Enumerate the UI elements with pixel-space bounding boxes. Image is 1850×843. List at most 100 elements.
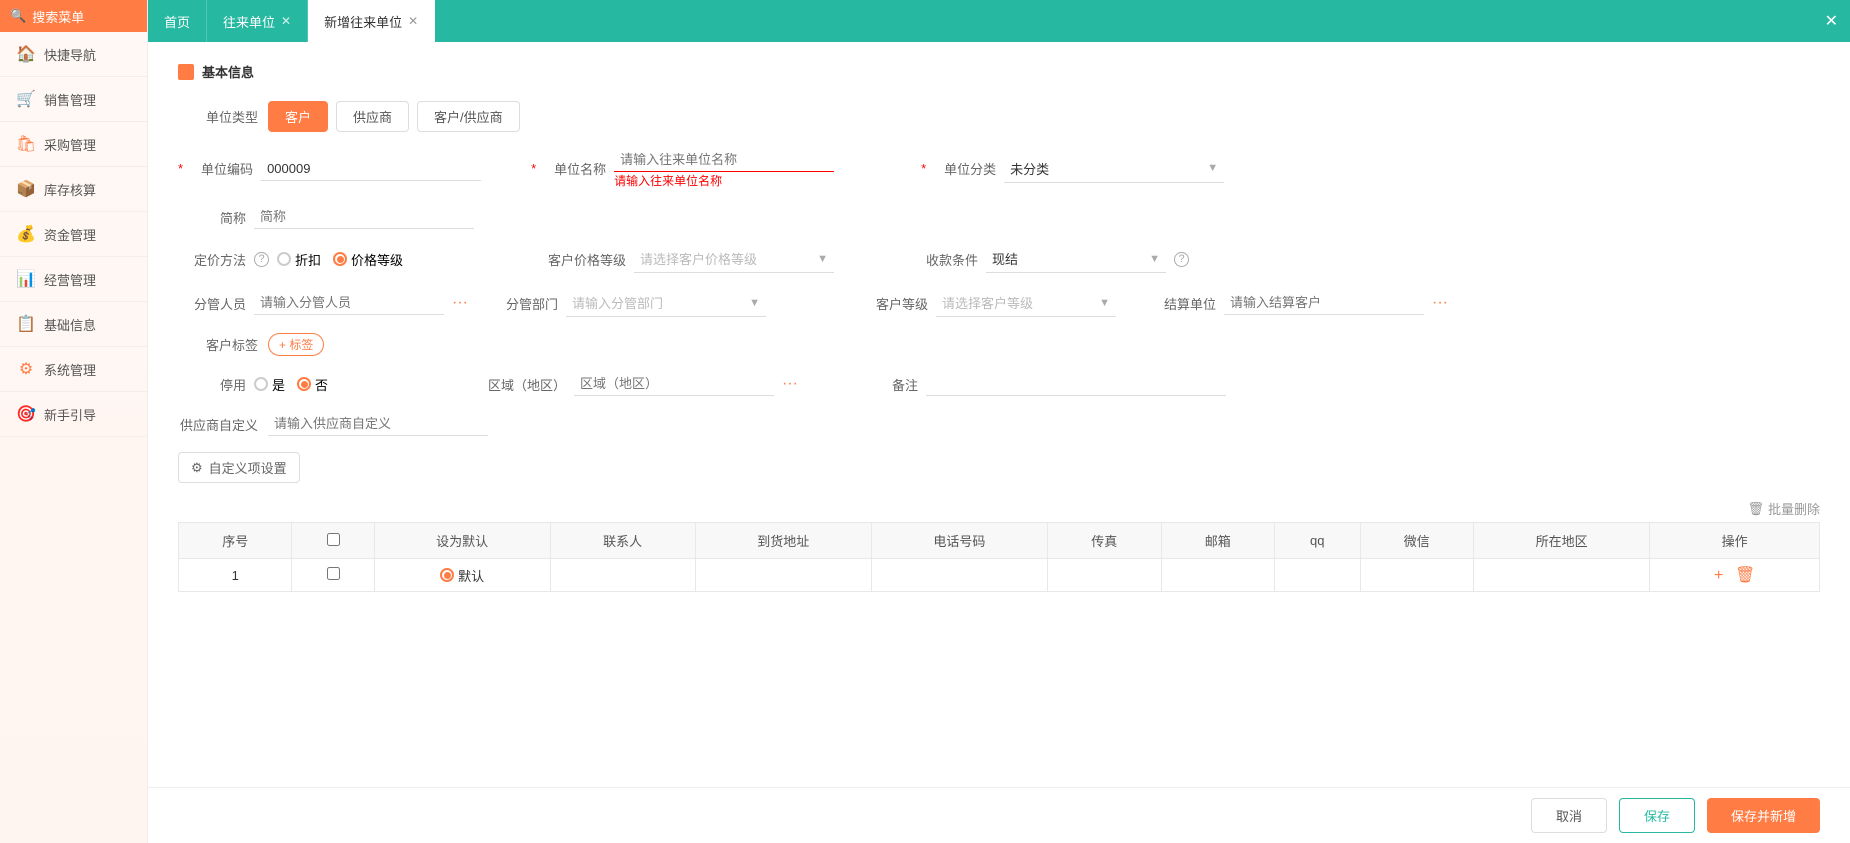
radio-price-level[interactable]: 价格等级 <box>333 250 403 269</box>
sidebar-item-label: 经营管理 <box>44 270 96 289</box>
sidebar-item-operations[interactable]: 📊 经营管理 <box>0 257 147 302</box>
trash-icon: 🗑 <box>1747 501 1764 517</box>
remarks-group: 备注 <box>858 372 1226 396</box>
row-region <box>1474 559 1650 592</box>
customer-level-select[interactable]: 请选择客户等级 ▼ <box>936 289 1116 317</box>
chevron-down-icon2: ▼ <box>817 253 828 265</box>
manager-more-btn[interactable]: ··· <box>452 294 468 312</box>
select-all-checkbox[interactable] <box>327 533 340 546</box>
sidebar-search[interactable]: 🔍 搜索菜单 <box>0 0 147 32</box>
sidebar-item-guide[interactable]: 🎯 新手引导 <box>0 392 147 437</box>
customer-price-label: 客户价格等级 <box>548 250 626 269</box>
unit-name-input[interactable] <box>614 148 834 172</box>
department-placeholder: 请输入分管部门 <box>572 293 663 312</box>
unit-name-wrap: 请输入往来单位名称 <box>614 148 834 189</box>
required-star-cat: * <box>921 161 926 176</box>
sidebar: 🔍 搜索菜单 🏠 快捷导航 🛒 销售管理 🛍 采购管理 📦 库存核算 💰 资金管… <box>0 0 148 843</box>
short-name-input[interactable] <box>254 205 474 229</box>
add-tag-button[interactable]: + 标签 <box>268 333 324 356</box>
customer-level-group: 客户等级 请选择客户等级 ▼ <box>868 289 1116 317</box>
system-icon: ⚙ <box>16 359 36 379</box>
col-phone: 电话号码 <box>871 523 1047 559</box>
col-address: 到货地址 <box>695 523 871 559</box>
region-input[interactable] <box>574 372 774 396</box>
settlement-input[interactable] <box>1224 291 1424 315</box>
tab-home-label: 首页 <box>164 12 190 31</box>
btn-supplier[interactable]: 供应商 <box>336 101 409 132</box>
unit-code-input[interactable] <box>261 157 481 181</box>
remarks-input[interactable] <box>926 372 1226 396</box>
custom-settings-label: 自定义项设置 <box>209 458 287 477</box>
row-checkbox[interactable] <box>327 567 340 580</box>
supplier-custom-label: 供应商自定义 <box>178 415 258 434</box>
department-select[interactable]: 请输入分管部门 ▼ <box>566 289 766 317</box>
row-delete-btn[interactable]: 🗑 <box>1731 565 1759 585</box>
tab-new-partner-close[interactable]: ✕ <box>408 14 418 28</box>
content-area: 基本信息 单位类型 客户 供应商 客户/供应商 * 单位编码 * 单位名称 <box>148 42 1850 787</box>
row-wechat <box>1360 559 1473 592</box>
sidebar-search-label: 搜索菜单 <box>32 7 84 26</box>
sidebar-item-sales[interactable]: 🛒 销售管理 <box>0 77 147 122</box>
payment-terms-select[interactable]: 现结 ▼ <box>986 245 1166 273</box>
settings-icon: ⚙ <box>191 460 203 476</box>
radio-disabled-no[interactable]: 否 <box>297 375 328 394</box>
customer-price-select[interactable]: 请选择客户价格等级 ▼ <box>634 245 834 273</box>
row-fax <box>1048 559 1161 592</box>
chevron-down-icon3: ▼ <box>1149 253 1160 265</box>
btn-both[interactable]: 客户/供应商 <box>417 101 520 132</box>
pricing-method-label: 定价方法 <box>178 250 246 269</box>
radio-disabled-yes[interactable]: 是 <box>254 375 285 394</box>
save-new-button[interactable]: 保存并新增 <box>1707 798 1820 833</box>
col-checkbox <box>292 523 374 559</box>
sidebar-item-finance[interactable]: 💰 资金管理 <box>0 212 147 257</box>
col-wechat: 微信 <box>1360 523 1473 559</box>
region-more-btn[interactable]: ··· <box>782 375 798 393</box>
tab-new-partner[interactable]: 新增往来单位 ✕ <box>308 0 435 42</box>
cancel-button[interactable]: 取消 <box>1531 798 1607 833</box>
radio-inner-price-level <box>337 256 344 263</box>
radio-inner-no <box>301 381 308 388</box>
manager-input[interactable] <box>254 291 444 315</box>
disabled-region-remarks-row: 停用 是 否 区域（地区） <box>178 372 1820 396</box>
btn-customer[interactable]: 客户 <box>268 101 328 132</box>
sidebar-item-label: 新手引导 <box>44 405 96 424</box>
custom-settings-button[interactable]: ⚙ 自定义项设置 <box>178 452 300 483</box>
main-area: 首页 往来单位 ✕ 新增往来单位 ✕ ✕ 基本信息 单位类型 客户 供应商 客户… <box>148 0 1850 843</box>
home-icon: 🏠 <box>16 44 36 64</box>
sidebar-item-purchase[interactable]: 🛍 采购管理 <box>0 122 147 167</box>
sidebar-item-label: 资金管理 <box>44 225 96 244</box>
close-all-tabs[interactable]: ✕ <box>1813 11 1850 31</box>
manager-row: 分管人员 ··· 分管部门 请输入分管部门 ▼ 客户等级 请选择客户等级 ▼ <box>178 289 1820 317</box>
tab-partners-close[interactable]: ✕ <box>281 14 291 28</box>
unit-type-row: 单位类型 客户 供应商 客户/供应商 <box>178 101 1820 132</box>
unit-type-buttons: 客户 供应商 客户/供应商 <box>268 101 520 132</box>
sidebar-item-inventory[interactable]: 📦 库存核算 <box>0 167 147 212</box>
unit-category-value: 未分类 <box>1010 159 1049 178</box>
payment-terms-value: 现结 <box>992 249 1018 268</box>
section-title-basic-info: 基本信息 <box>178 62 1820 81</box>
sidebar-item-basic-info[interactable]: 📋 基础信息 <box>0 302 147 347</box>
settlement-more-btn[interactable]: ··· <box>1432 294 1448 312</box>
row-add-btn[interactable]: + <box>1710 567 1727 585</box>
save-button[interactable]: 保存 <box>1619 798 1695 833</box>
chevron-down-icon: ▼ <box>1207 162 1218 174</box>
batch-delete-label[interactable]: 批量删除 <box>1768 499 1820 518</box>
radio-discount[interactable]: 折扣 <box>277 250 321 269</box>
tab-partners[interactable]: 往来单位 ✕ <box>207 0 308 42</box>
row-radio-outer <box>440 568 454 582</box>
unit-name-label: 单位名称 <box>546 159 606 178</box>
sidebar-item-quick-nav[interactable]: 🏠 快捷导航 <box>0 32 147 77</box>
sidebar-item-system[interactable]: ⚙ 系统管理 <box>0 347 147 392</box>
sidebar-item-label: 销售管理 <box>44 90 96 109</box>
unit-category-select[interactable]: 未分类 ▼ <box>1004 155 1224 183</box>
manager-label: 分管人员 <box>178 294 246 313</box>
payment-terms-info-icon[interactable]: ? <box>1174 252 1189 267</box>
col-seq: 序号 <box>179 523 292 559</box>
pricing-row: 定价方法 ? 折扣 价格等级 客户价格等级 <box>178 245 1820 273</box>
row-default-radio[interactable]: 默认 <box>385 566 540 585</box>
supplier-custom-input[interactable] <box>268 412 488 436</box>
pricing-method-info-icon[interactable]: ? <box>254 252 269 267</box>
tab-home[interactable]: 首页 <box>148 0 207 42</box>
unit-name-error: 请输入往来单位名称 <box>614 172 834 189</box>
disabled-label: 停用 <box>178 375 246 394</box>
